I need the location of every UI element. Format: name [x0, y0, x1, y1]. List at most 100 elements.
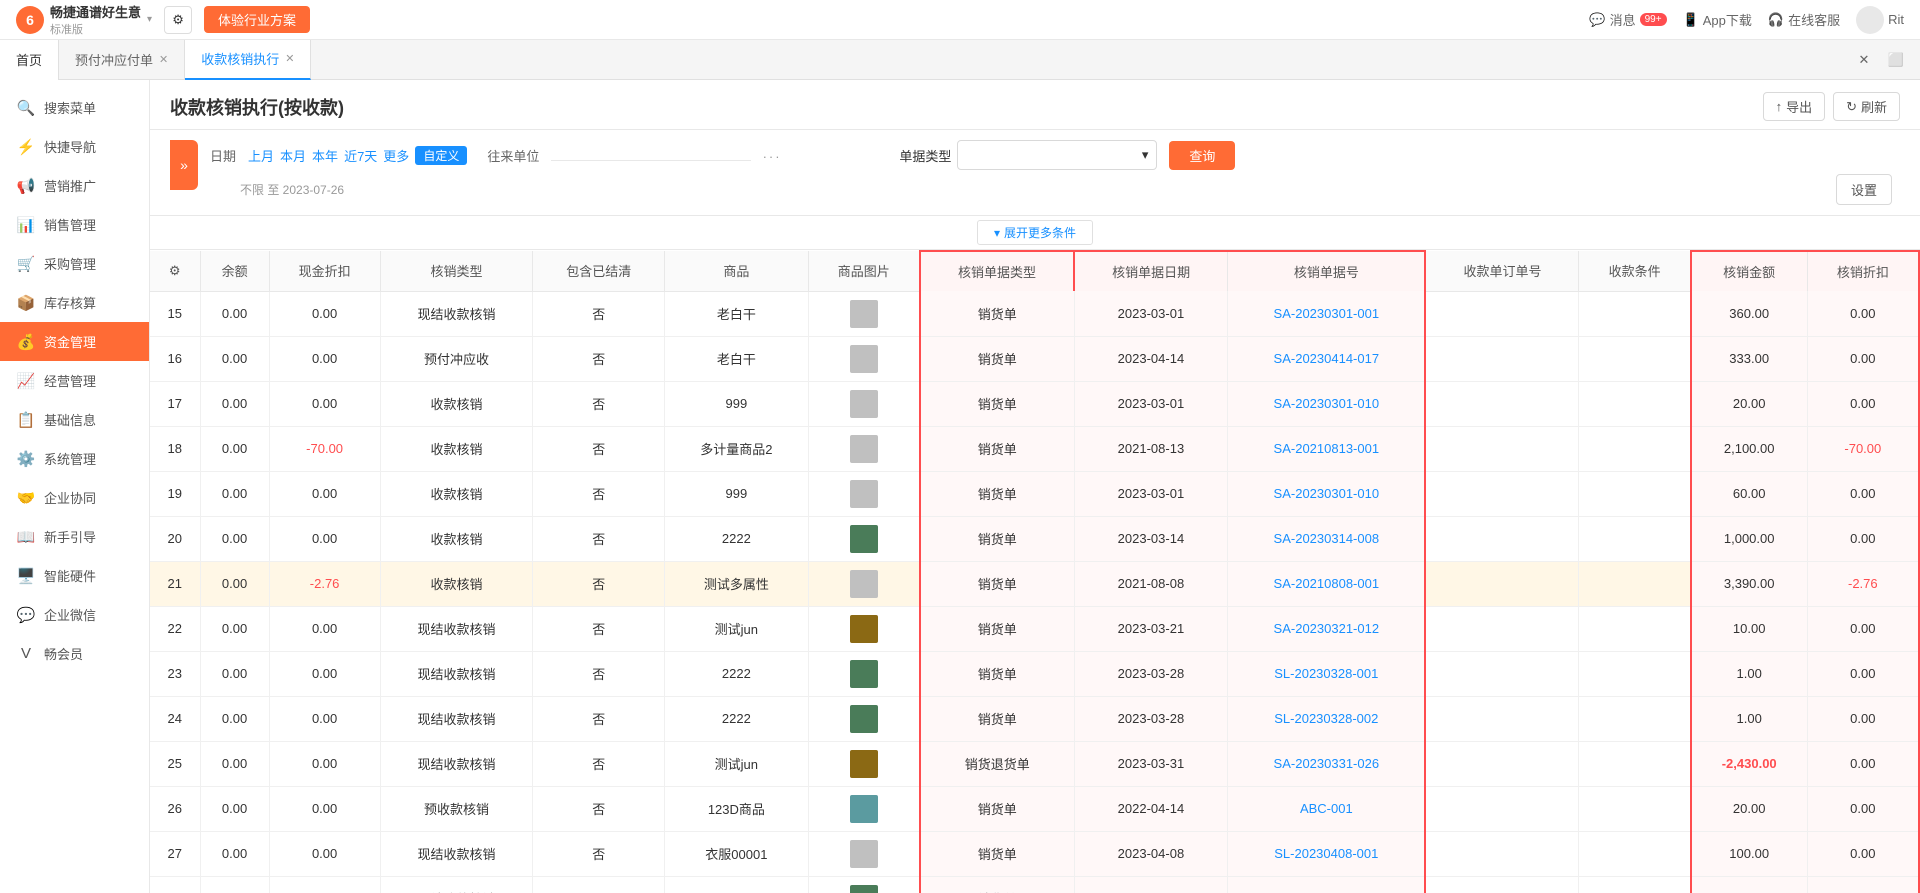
cell-cancel-discount: 0.00: [1807, 831, 1919, 876]
cell-cancel-bill-date: 2023-03-31: [1074, 741, 1228, 786]
cell-cancel-bill-type: 销货单: [920, 471, 1074, 516]
cell-balance: 0.00: [200, 651, 269, 696]
content-area: 收款核销执行(按收款) ↑ 导出 ↻ 刷新 » 日期: [150, 80, 1920, 893]
cell-cancel-bill-date: 2023-04-18: [1074, 876, 1228, 893]
col-include-settled: 包含已结清: [533, 251, 665, 291]
cell-cancel-bill-no: SL-20230408-001: [1228, 831, 1426, 876]
data-table: ⚙ 余额 现金折扣 核销类型 包含已结清 商品 商品图片 核销单据类型 核销单据…: [150, 250, 1920, 893]
tab-receipt-cancel-close-icon[interactable]: ✕: [285, 52, 294, 65]
col-goods: 商品: [665, 251, 808, 291]
cancel-bill-no-link[interactable]: SA-20230314-008: [1274, 531, 1380, 546]
cancel-bill-no-link[interactable]: SA-20230301-010: [1274, 486, 1380, 501]
user-name: Rit: [1888, 12, 1904, 27]
system-icon: ⚙️: [16, 450, 36, 468]
tab-home[interactable]: 首页: [0, 40, 59, 80]
cancel-bill-no-link[interactable]: SL-20230328-001: [1274, 666, 1378, 681]
cell-cancel-bill-no: SA-20230331-026: [1228, 741, 1426, 786]
maximize-button[interactable]: ⬜: [1884, 48, 1908, 72]
cancel-bill-no-link[interactable]: SL-20230328-002: [1274, 711, 1378, 726]
top-bar: 6 畅捷通谱好生意 标准版 ▾ ⚙ 体验行业方案 💬 消息 99+ 📱 App下…: [0, 0, 1920, 40]
cancel-bill-no-link[interactable]: SA-20230301-010: [1274, 396, 1380, 411]
custom-date-btn[interactable]: 自定义: [415, 146, 467, 165]
col-settings[interactable]: ⚙: [150, 251, 200, 291]
setting-button[interactable]: 设置: [1836, 174, 1892, 205]
query-button[interactable]: 查询: [1169, 141, 1235, 170]
tab-prepay-close-icon[interactable]: ✕: [159, 53, 168, 66]
user-menu[interactable]: Rit: [1856, 6, 1904, 34]
sidebar-item-guide[interactable]: 📖 新手引导: [0, 517, 149, 556]
this-month-btn[interactable]: 本月: [280, 146, 306, 165]
sidebar-item-search[interactable]: 🔍 搜索菜单: [0, 88, 149, 127]
refresh-button[interactable]: ↻ 刷新: [1833, 92, 1900, 121]
single-type-label: 单据类型: [899, 146, 951, 165]
this-year-btn[interactable]: 本年: [312, 146, 338, 165]
cell-include-settled: 否: [533, 561, 665, 606]
tab-prepay[interactable]: 预付冲应付单 ✕: [59, 40, 185, 80]
sidebar-item-sales[interactable]: 📊 销售管理: [0, 205, 149, 244]
sidebar-item-operations[interactable]: 📈 经营管理: [0, 361, 149, 400]
cell-cancel-bill-no: SA-20230414-017: [1228, 336, 1426, 381]
cell-cancel-discount: 0.00: [1807, 516, 1919, 561]
export-label: 导出: [1786, 97, 1812, 116]
goods-thumbnail: [850, 750, 878, 778]
sidebar-item-wechat[interactable]: 💬 企业微信: [0, 595, 149, 634]
last-month-btn[interactable]: 上月: [248, 146, 274, 165]
app-logo-icon: 6: [16, 6, 44, 34]
collapse-filter-button[interactable]: »: [170, 140, 198, 190]
cell-cancel-bill-date: 2023-03-01: [1074, 471, 1228, 516]
sidebar-item-basic-info[interactable]: 📋 基础信息: [0, 400, 149, 439]
sidebar-item-finance[interactable]: 💰 资金管理: [0, 322, 149, 361]
cancel-bill-no-link[interactable]: SA-20230414-017: [1274, 351, 1380, 366]
cancel-bill-no-link[interactable]: SL-20230408-001: [1274, 846, 1378, 861]
more-date-btn[interactable]: 更多: [383, 146, 409, 165]
goods-thumbnail: [850, 885, 878, 893]
table-row: 25 0.00 0.00 现结收款核销 否 测试jun 销货退货单 2023-0…: [150, 741, 1919, 786]
expand-more-button[interactable]: ▾ 展开更多条件: [977, 220, 1093, 245]
table-row: 22 0.00 0.00 现结收款核销 否 测试jun 销货单 2023-03-…: [150, 606, 1919, 651]
sidebar-item-enterprise[interactable]: 🤝 企业协同: [0, 478, 149, 517]
app-download-button[interactable]: 📱 App下载: [1683, 10, 1752, 29]
sidebar-item-hardware[interactable]: 🖥️ 智能硬件: [0, 556, 149, 595]
industry-solution-button[interactable]: 体验行业方案: [204, 6, 310, 33]
cell-receipt-order-no: [1425, 381, 1579, 426]
col-balance: 余额: [200, 251, 269, 291]
sidebar-marketing-label: 营销推广: [44, 176, 96, 195]
single-type-dropdown-arrow: ▾: [1142, 147, 1149, 163]
cell-no: 15: [150, 291, 200, 336]
settings-gear-button[interactable]: ⚙: [164, 6, 192, 34]
sidebar-item-marketing[interactable]: 📢 营销推广: [0, 166, 149, 205]
cell-cancel-discount: 0.00: [1807, 606, 1919, 651]
sidebar-item-member[interactable]: V 畅会员: [0, 634, 149, 673]
sidebar-item-inventory[interactable]: 📦 库存核算: [0, 283, 149, 322]
export-button[interactable]: ↑ 导出: [1763, 92, 1826, 121]
sidebar-finance-label: 资金管理: [44, 332, 96, 351]
cell-goods-img: [808, 786, 920, 831]
brand-sub: 标准版: [50, 21, 141, 37]
cell-goods-img: [808, 741, 920, 786]
sidebar-item-system[interactable]: ⚙️ 系统管理: [0, 439, 149, 478]
sidebar-item-shortcuts[interactable]: ⚡ 快捷导航: [0, 127, 149, 166]
last7-btn[interactable]: 近7天: [344, 146, 377, 165]
cell-receipt-condition: [1579, 786, 1691, 831]
brand-dropdown-arrow[interactable]: ▾: [147, 14, 152, 25]
cell-include-settled: 否: [533, 786, 665, 831]
tab-home-label: 首页: [16, 50, 42, 69]
sidebar-item-purchase[interactable]: 🛒 采购管理: [0, 244, 149, 283]
cell-cancel-bill-date: 2021-08-13: [1074, 426, 1228, 471]
cancel-bill-no-link[interactable]: SA-20230331-026: [1274, 756, 1380, 771]
from-unit-dots[interactable]: ···: [763, 149, 782, 164]
cell-no: 24: [150, 696, 200, 741]
online-service-button[interactable]: 🎧 在线客服: [1768, 10, 1840, 29]
cancel-bill-no-link[interactable]: SA-20230301-001: [1274, 306, 1380, 321]
cancel-bill-no-link[interactable]: SA-20210813-001: [1274, 441, 1380, 456]
notifications-button[interactable]: 💬 消息 99+: [1589, 10, 1666, 29]
tab-receipt-cancel[interactable]: 收款核销执行 ✕: [185, 40, 311, 80]
cancel-bill-no-link[interactable]: SA-20230321-012: [1274, 621, 1380, 636]
col-receipt-condition: 收款条件: [1579, 251, 1691, 291]
cancel-bill-no-link[interactable]: ABC-001: [1300, 801, 1353, 816]
cell-goods: 老白干: [665, 291, 808, 336]
cell-goods: 123D商品: [665, 786, 808, 831]
single-type-select[interactable]: ▾: [957, 140, 1157, 170]
cancel-bill-no-link[interactable]: SA-20210808-001: [1274, 576, 1380, 591]
close-tab-button[interactable]: ✕: [1852, 48, 1876, 72]
